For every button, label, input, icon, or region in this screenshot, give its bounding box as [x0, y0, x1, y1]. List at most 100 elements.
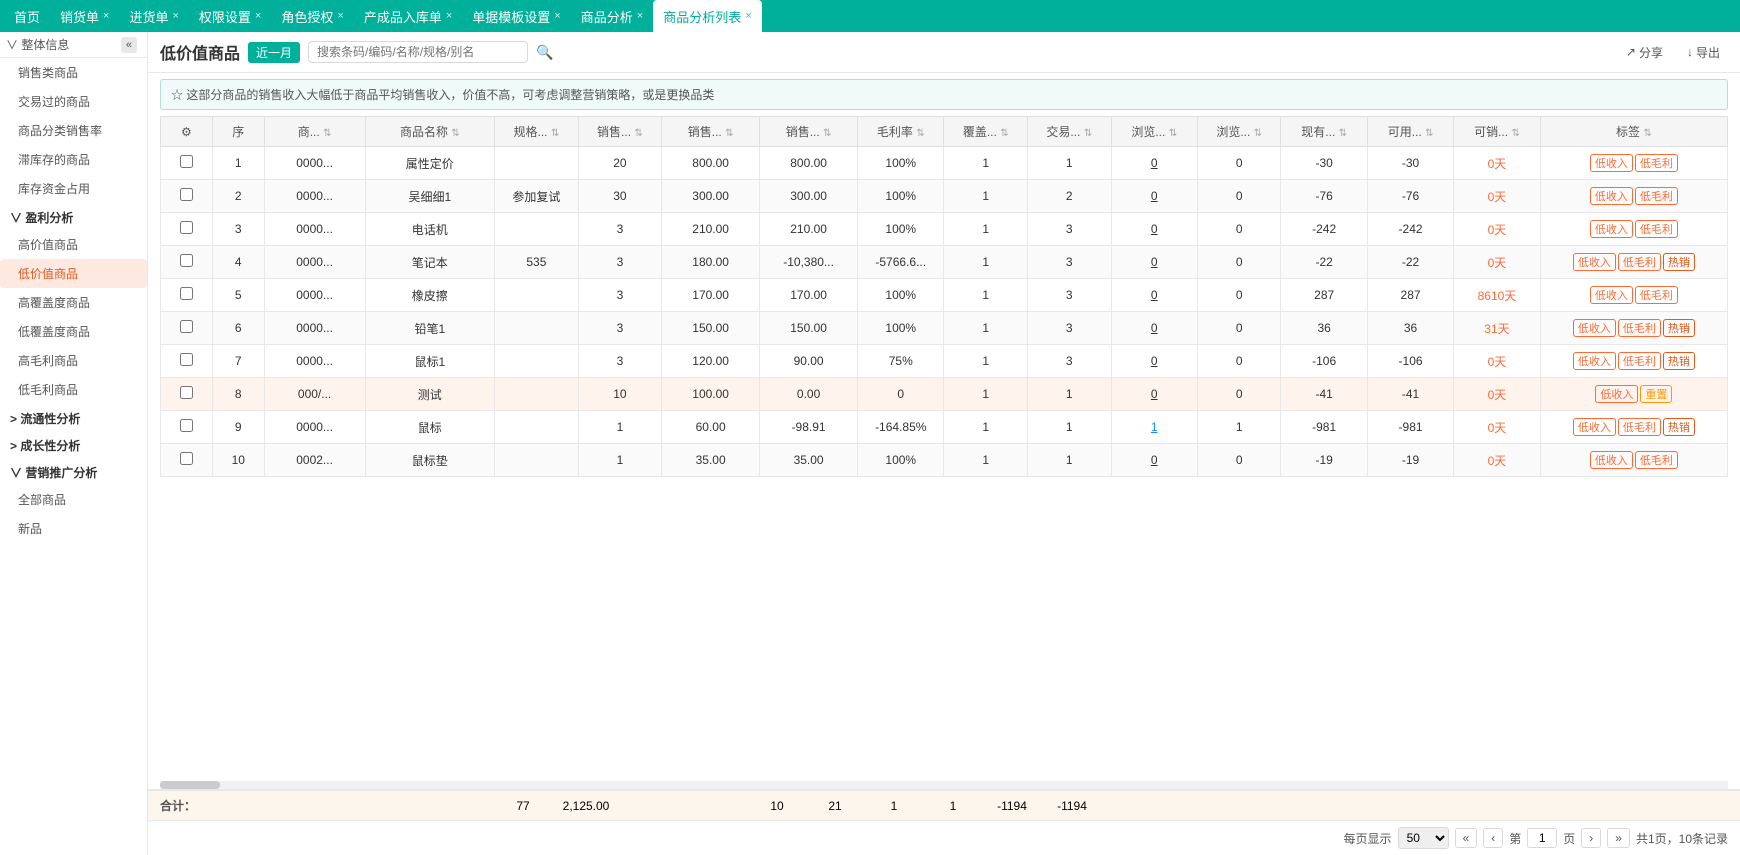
row-browse1[interactable]: 0 [1111, 312, 1197, 345]
prev-page-button[interactable]: ‹ [1483, 828, 1503, 848]
col-sale-amt2[interactable]: 销售... ⇅ [760, 117, 858, 147]
nav-tab-analysis-list[interactable]: 商品分析列表 × [653, 0, 761, 32]
nav-tab-role[interactable]: 角色授权 × [271, 0, 353, 32]
collapse-button[interactable]: « [121, 37, 137, 53]
col-stock[interactable]: 现有... ⇅ [1281, 117, 1367, 147]
sidebar-item-category-sales[interactable]: 商品分类销售率 [0, 116, 147, 145]
sidebar-item-sales-products[interactable]: 销售类商品 [0, 58, 147, 87]
totals-qty: 77 [494, 799, 552, 813]
col-gear[interactable]: ⚙ [161, 117, 213, 147]
sidebar-item-all-products[interactable]: 全部商品 [0, 485, 147, 514]
row-tags: 低收入低毛利热销 [1540, 312, 1727, 345]
horizontal-scrollbar[interactable] [160, 781, 1728, 789]
sidebar-item-low-coverage[interactable]: 低覆盖度商品 [0, 317, 147, 346]
search-input[interactable] [308, 41, 528, 63]
row-browse1[interactable]: 0 [1111, 378, 1197, 411]
row-checkbox[interactable] [161, 147, 213, 180]
col-code[interactable]: 商... ⇅ [264, 117, 365, 147]
sidebar-item-stock-value[interactable]: 库存资金占用 [0, 174, 147, 203]
nav-tab-home[interactable]: 首页 [4, 0, 50, 32]
row-browse1[interactable]: 0 [1111, 345, 1197, 378]
close-icon[interactable]: × [745, 10, 751, 22]
col-trade[interactable]: 交易... ⇅ [1027, 117, 1111, 147]
row-avail: -106 [1367, 345, 1453, 378]
row-checkbox[interactable] [161, 312, 213, 345]
col-coverage[interactable]: 覆盖... ⇅ [944, 117, 1028, 147]
nav-tab-sales[interactable]: 销货单 × [50, 0, 119, 32]
col-spec[interactable]: 规格... ⇅ [495, 117, 579, 147]
col-sale-qty[interactable]: 销售... ⇅ [578, 117, 662, 147]
row-checkbox[interactable] [161, 378, 213, 411]
next-page-button[interactable]: › [1581, 828, 1601, 848]
col-gross-rate[interactable]: 毛利率 ⇅ [858, 117, 944, 147]
sidebar-item-high-margin[interactable]: 高毛利商品 [0, 346, 147, 375]
row-stock: -242 [1281, 213, 1367, 246]
close-icon[interactable]: × [446, 10, 452, 22]
row-checkbox[interactable] [161, 279, 213, 312]
page-number-input[interactable] [1527, 828, 1557, 848]
row-browse1[interactable]: 0 [1111, 213, 1197, 246]
row-sale2: 35.00 [760, 444, 858, 477]
row-checkbox[interactable] [161, 444, 213, 477]
row-checkbox[interactable] [161, 180, 213, 213]
sidebar-item-high-value[interactable]: 高价值商品 [0, 230, 147, 259]
row-qty: 3 [578, 345, 662, 378]
row-checkbox[interactable] [161, 411, 213, 444]
col-name[interactable]: 商品名称 ⇅ [365, 117, 495, 147]
row-code: 0000... [264, 147, 365, 180]
row-browse1[interactable]: 0 [1111, 444, 1197, 477]
nav-tab-permission[interactable]: 权限设置 × [189, 0, 271, 32]
row-trade: 1 [1027, 378, 1111, 411]
row-browse1[interactable]: 0 [1111, 147, 1197, 180]
nav-tab-product-analysis[interactable]: 商品分析 × [571, 0, 653, 32]
totals-browse2: 1 [924, 799, 982, 813]
row-gross-rate: 0 [858, 378, 944, 411]
close-icon[interactable]: × [172, 10, 178, 22]
row-checkbox[interactable] [161, 213, 213, 246]
row-browse1[interactable]: 0 [1111, 180, 1197, 213]
sidebar-item-low-value[interactable]: 低价值商品 [0, 259, 147, 288]
row-days: 0天 [1454, 411, 1540, 444]
row-spec [495, 213, 579, 246]
page-size-select[interactable]: 50 100 [1398, 827, 1449, 849]
col-sale-amt1[interactable]: 销售... ⇅ [662, 117, 760, 147]
sidebar-item-new-products[interactable]: 新品 [0, 514, 147, 543]
row-trade: 1 [1027, 411, 1111, 444]
search-icon[interactable]: 🔍 [536, 44, 553, 61]
col-browse2[interactable]: 浏览... ⇅ [1197, 117, 1281, 147]
table-row: 6 0000... 铅笔1 3 150.00 150.00 100% 1 3 0… [161, 312, 1728, 345]
share-button[interactable]: ↗ 分享 [1618, 41, 1671, 64]
scrollbar-thumb[interactable] [160, 781, 220, 789]
row-browse1[interactable]: 0 [1111, 246, 1197, 279]
col-avail[interactable]: 可用... ⇅ [1367, 117, 1453, 147]
sidebar-item-slow-stock[interactable]: 滞库存的商品 [0, 145, 147, 174]
sidebar-item-traded[interactable]: 交易过的商品 [0, 87, 147, 116]
row-browse1[interactable]: 0 [1111, 279, 1197, 312]
nav-tab-purchase[interactable]: 进货单 × [119, 0, 188, 32]
col-browse1[interactable]: 浏览... ⇅ [1111, 117, 1197, 147]
col-tags[interactable]: 标签 ⇅ [1540, 117, 1727, 147]
export-button[interactable]: ↓ 导出 [1679, 41, 1728, 64]
row-checkbox[interactable] [161, 345, 213, 378]
sidebar-item-high-coverage[interactable]: 高覆盖度商品 [0, 288, 147, 317]
time-badge[interactable]: 近一月 [248, 42, 300, 63]
row-checkbox[interactable] [161, 246, 213, 279]
row-coverage: 1 [944, 312, 1028, 345]
row-days: 0天 [1454, 378, 1540, 411]
nav-tab-product-stock[interactable]: 产成品入库单 × [354, 0, 462, 32]
close-icon[interactable]: × [637, 10, 643, 22]
row-days: 0天 [1454, 444, 1540, 477]
close-icon[interactable]: × [255, 10, 261, 22]
close-icon[interactable]: × [554, 10, 560, 22]
row-trade: 1 [1027, 444, 1111, 477]
last-page-button[interactable]: » [1607, 828, 1630, 848]
table-header-row: ⚙ 序 商... ⇅ 商品名称 ⇅ 规格... ⇅ 销售... ⇅ 销售... … [161, 117, 1728, 147]
col-saleable[interactable]: 可销... ⇅ [1454, 117, 1540, 147]
row-browse1[interactable]: 1 [1111, 411, 1197, 444]
close-icon[interactable]: × [337, 10, 343, 22]
first-page-button[interactable]: « [1455, 828, 1478, 848]
page-size-label: 每页显示 [1344, 830, 1392, 847]
nav-tab-template[interactable]: 单据模板设置 × [462, 0, 570, 32]
close-icon[interactable]: × [103, 10, 109, 22]
sidebar-item-low-margin[interactable]: 低毛利商品 [0, 375, 147, 404]
